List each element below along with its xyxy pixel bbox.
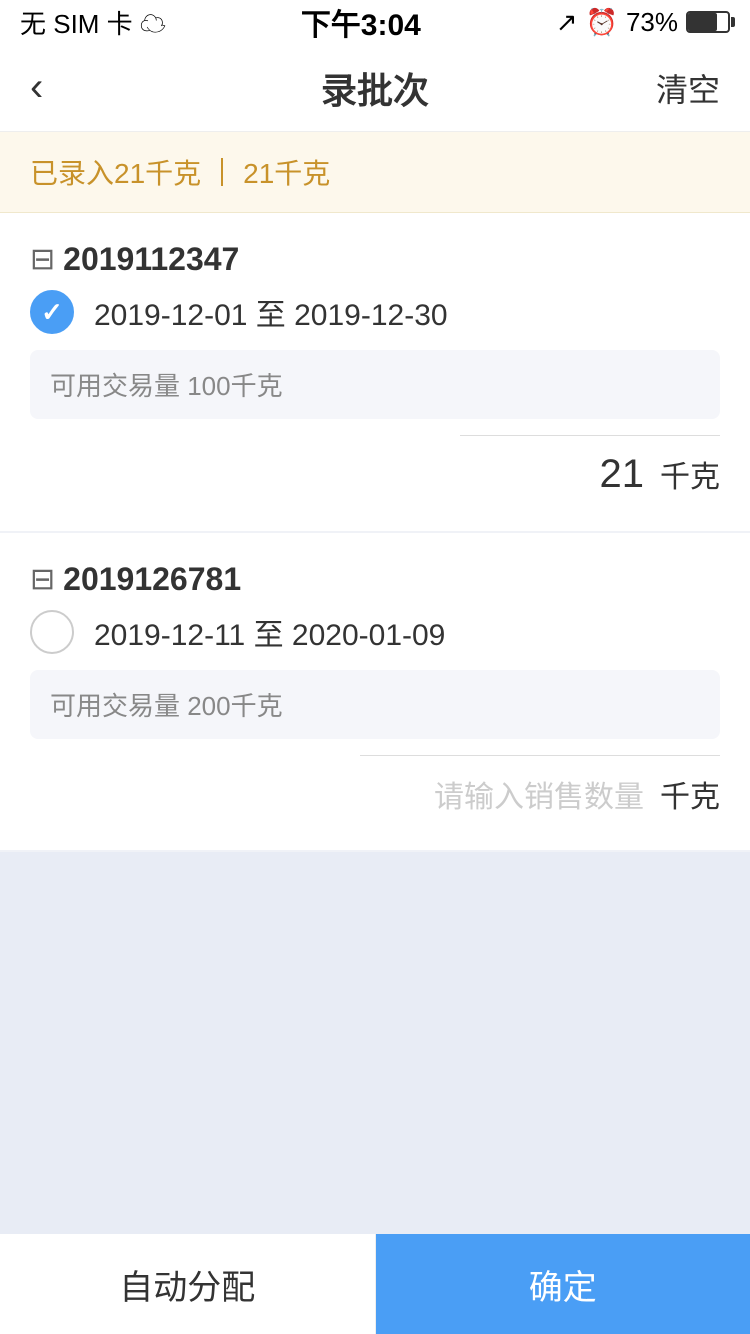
batch1-id: 2019112347 bbox=[63, 241, 239, 278]
batch2-input-row: 请输入销售数量 千克 bbox=[30, 762, 720, 822]
batch2-card: ⊟ 2019126781 2019-12-11 至 2020-01-09 可用交… bbox=[0, 533, 750, 850]
batch1-date: 2019-12-01 至 2019-12-30 bbox=[94, 290, 448, 334]
batch1-card: ⊟ 2019112347 2019-12-01 至 2019-12-30 可用交… bbox=[0, 213, 750, 531]
batch2-input-unit: 千克 bbox=[660, 772, 720, 816]
bottom-bar: 自动分配 确定 bbox=[0, 1234, 750, 1334]
auto-distribute-button[interactable]: 自动分配 bbox=[0, 1234, 376, 1334]
banner-divider bbox=[221, 158, 223, 186]
confirm-button[interactable]: 确定 bbox=[376, 1234, 750, 1334]
recorded-label: 已录入21千克 bbox=[30, 152, 201, 192]
status-time: 下午3:04 bbox=[301, 0, 421, 44]
batch1-quantity-value: 21 bbox=[600, 452, 645, 497]
batch2-radio[interactable] bbox=[30, 610, 74, 654]
batch1-icon: ⊟ bbox=[30, 242, 55, 277]
page-title: 录批次 bbox=[321, 62, 429, 114]
recorded-value: 21千克 bbox=[243, 152, 330, 192]
status-bar: 无 SIM 卡 ☁ 下午3:04 ↗ ⏰ 73% bbox=[0, 0, 750, 44]
batch2-icon: ⊟ bbox=[30, 562, 55, 597]
batch2-avail: 可用交易量 200千克 bbox=[30, 670, 720, 739]
clear-button[interactable]: 清空 bbox=[640, 65, 720, 111]
back-button[interactable]: ‹ bbox=[30, 65, 110, 110]
nav-bar: ‹ 录批次 清空 bbox=[0, 44, 750, 132]
no-sim-text: 无 SIM 卡 ☁ bbox=[20, 4, 166, 41]
batch2-id-row: ⊟ 2019126781 bbox=[30, 561, 720, 598]
batch2-input-placeholder[interactable]: 请输入销售数量 bbox=[434, 772, 644, 816]
batch1-radio[interactable] bbox=[30, 290, 74, 334]
batch2-id: 2019126781 bbox=[63, 561, 241, 598]
batch1-quantity-row: 21 千克 bbox=[30, 442, 720, 503]
info-banner: 已录入21千克 21千克 bbox=[0, 132, 750, 213]
status-right: ↗ ⏰ 73% bbox=[556, 7, 730, 38]
status-left: 无 SIM 卡 ☁ bbox=[20, 4, 166, 41]
battery-percent: 73% bbox=[626, 7, 678, 38]
gray-area bbox=[0, 852, 750, 1252]
batch1-quantity-divider bbox=[460, 435, 720, 436]
alarm-icon: ⏰ bbox=[586, 7, 618, 38]
location-icon: ↗ bbox=[556, 7, 578, 38]
batch2-date-row: 2019-12-11 至 2020-01-09 bbox=[30, 610, 720, 654]
battery-icon bbox=[686, 11, 730, 33]
batch1-id-row: ⊟ 2019112347 bbox=[30, 241, 720, 278]
batch1-avail: 可用交易量 100千克 bbox=[30, 350, 720, 419]
batch2-input-divider bbox=[360, 755, 720, 756]
batch2-date: 2019-12-11 至 2020-01-09 bbox=[94, 610, 445, 654]
batch1-date-row: 2019-12-01 至 2019-12-30 bbox=[30, 290, 720, 334]
batch1-quantity-unit: 千克 bbox=[660, 452, 720, 496]
